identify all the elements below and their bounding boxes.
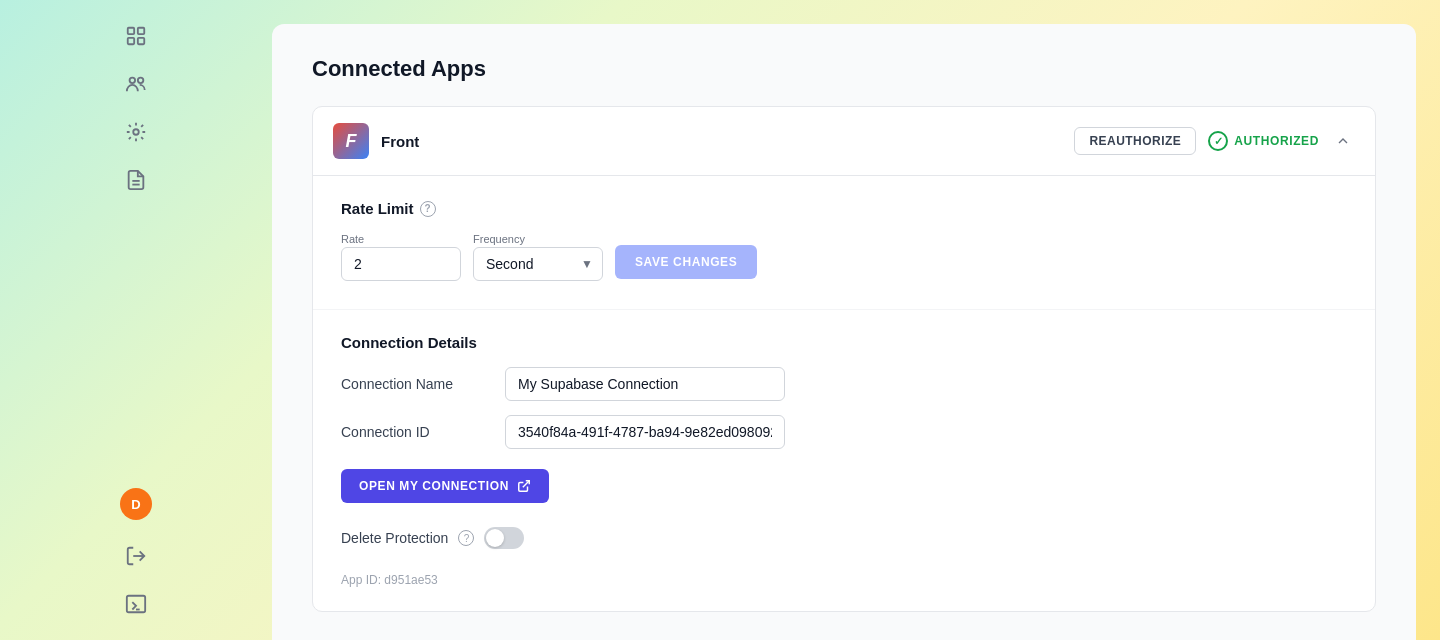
svg-rect-1 <box>138 28 144 34</box>
app-logo: F <box>333 123 369 159</box>
authorized-label: AUTHORIZED <box>1234 134 1319 148</box>
section-divider <box>313 309 1375 310</box>
external-link-icon <box>517 479 531 493</box>
delete-protection-help-icon[interactable]: ? <box>458 530 474 546</box>
open-connection-button[interactable]: OPEN MY CONNECTION <box>341 469 549 503</box>
connection-id-row: Connection ID <box>341 415 1347 449</box>
connection-id-input[interactable] <box>505 415 785 449</box>
connection-name-label: Connection Name <box>341 376 481 392</box>
users-icon[interactable] <box>116 64 156 104</box>
collapse-button[interactable] <box>1331 129 1355 153</box>
frequency-select[interactable]: Second Minute Hour Day <box>473 247 603 281</box>
sidebar: D <box>0 0 272 640</box>
svg-rect-3 <box>138 38 144 44</box>
delete-protection-row: Delete Protection ? <box>341 527 1347 549</box>
app-id: App ID: d951ae53 <box>341 573 1347 587</box>
svg-line-12 <box>523 481 529 487</box>
rate-limit-help-icon[interactable]: ? <box>420 201 436 217</box>
app-card-body: Rate Limit ? Rate Frequency Second Minut… <box>313 176 1375 611</box>
rate-label: Rate <box>341 233 461 245</box>
logout-icon[interactable] <box>116 536 156 576</box>
toggle-knob <box>486 529 504 547</box>
rate-limit-row: Rate Frequency Second Minute Hour Day <box>341 233 1347 281</box>
rate-input[interactable] <box>341 247 461 281</box>
app-card-header: F Front REAUTHORIZE ✓ AUTHORIZED <box>313 107 1375 176</box>
grid-icon[interactable] <box>116 16 156 56</box>
app-name: Front <box>381 133 1062 150</box>
settings-icon[interactable] <box>116 112 156 152</box>
connection-name-input[interactable] <box>505 367 785 401</box>
connection-id-label: Connection ID <box>341 424 481 440</box>
delete-protection-label: Delete Protection <box>341 530 448 546</box>
avatar[interactable]: D <box>120 488 152 520</box>
main-content: Connected Apps F Front REAUTHORIZE ✓ AUT… <box>272 0 1440 640</box>
save-changes-button[interactable]: SAVE CHANGES <box>615 245 757 279</box>
app-card: F Front REAUTHORIZE ✓ AUTHORIZED Rate Li… <box>312 106 1376 612</box>
page-title: Connected Apps <box>312 56 1376 82</box>
frequency-field-group: Frequency Second Minute Hour Day ▼ <box>473 233 603 281</box>
connection-details-title: Connection Details <box>341 334 1347 351</box>
svg-rect-0 <box>128 28 134 34</box>
connection-name-row: Connection Name <box>341 367 1347 401</box>
page-container: Connected Apps F Front REAUTHORIZE ✓ AUT… <box>272 24 1416 640</box>
svg-point-4 <box>130 78 136 84</box>
file-icon[interactable] <box>116 160 156 200</box>
check-circle-icon: ✓ <box>1208 131 1228 151</box>
chevron-up-icon <box>1335 133 1351 149</box>
connection-details-section: Connection Details Connection Name Conne… <box>341 334 1347 449</box>
rate-limit-section-title: Rate Limit ? <box>341 200 1347 217</box>
terminal-icon[interactable] <box>116 584 156 624</box>
svg-rect-2 <box>128 38 134 44</box>
rate-field-group: Rate <box>341 233 461 281</box>
svg-point-6 <box>133 129 139 135</box>
frequency-label: Frequency <box>473 233 603 245</box>
reauthorize-button[interactable]: REAUTHORIZE <box>1074 127 1196 155</box>
frequency-select-wrapper: Second Minute Hour Day ▼ <box>473 247 603 281</box>
svg-point-5 <box>138 78 144 84</box>
authorized-badge: ✓ AUTHORIZED <box>1208 131 1319 151</box>
delete-protection-toggle[interactable] <box>484 527 524 549</box>
